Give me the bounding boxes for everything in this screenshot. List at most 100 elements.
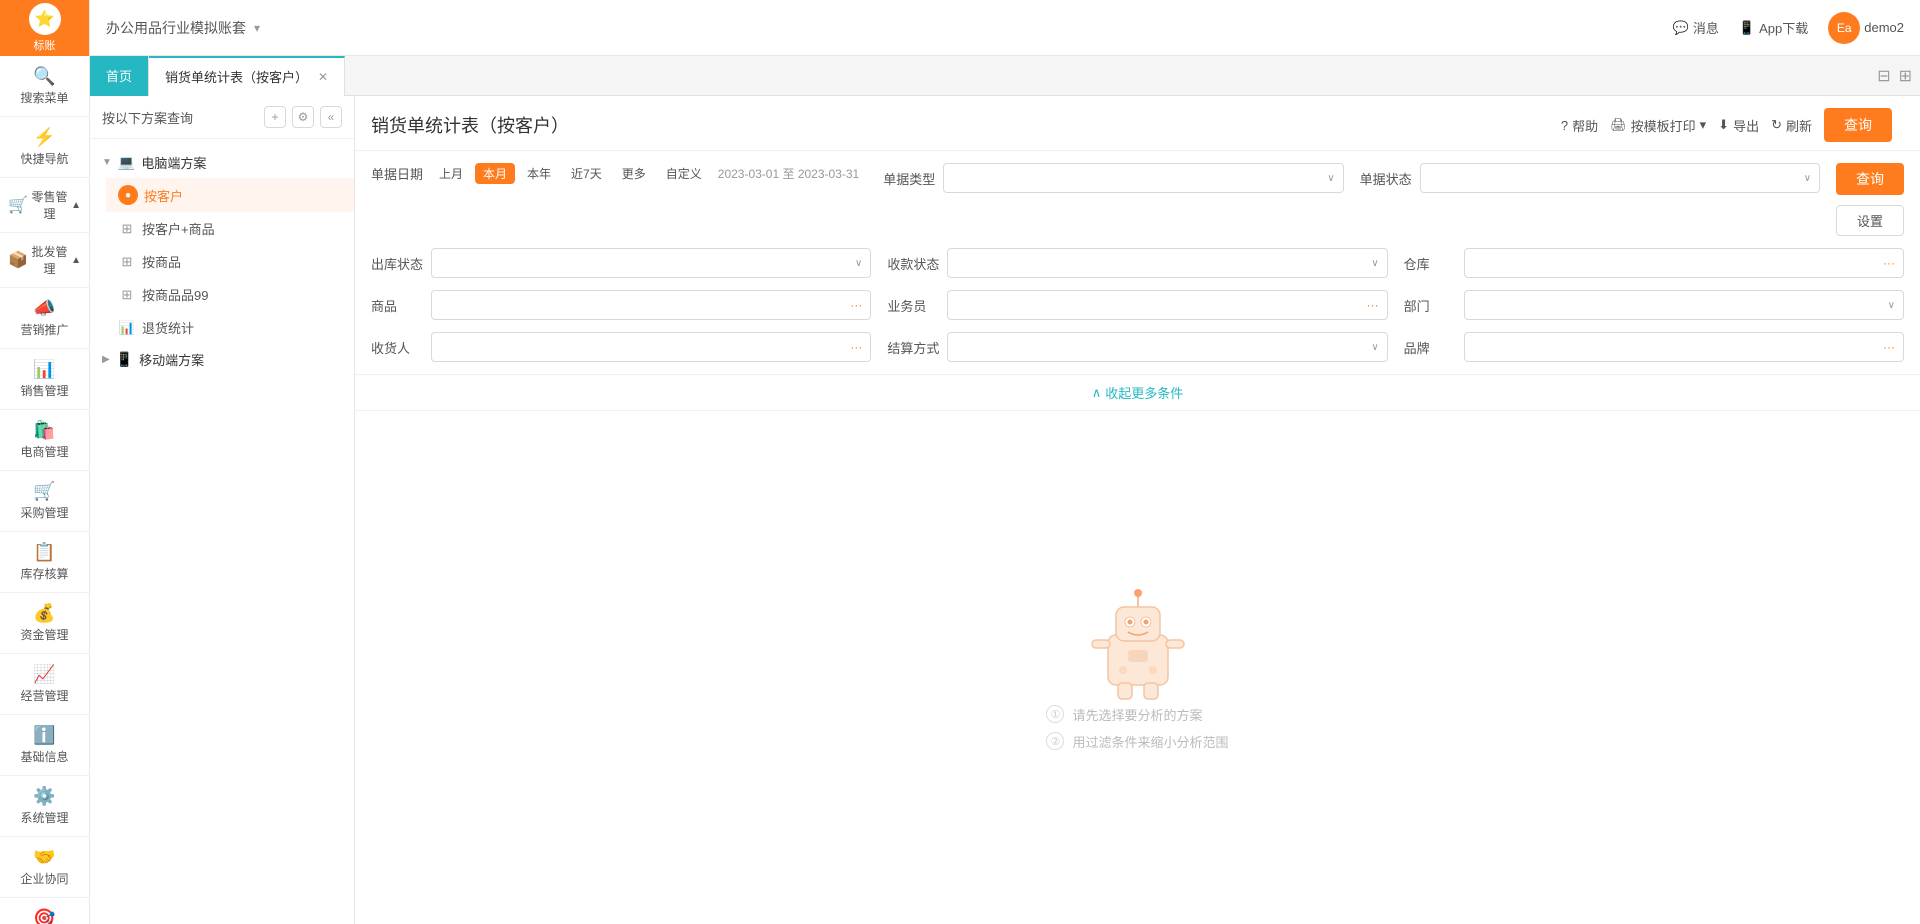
scheme-by-goods-99[interactable]: ⊞ 按商品品99: [106, 278, 354, 311]
tab-minimize-icon[interactable]: ⊟: [1877, 66, 1890, 86]
help-icon: ?: [1561, 118, 1568, 133]
add-scheme-button[interactable]: +: [264, 106, 286, 128]
sidebar-item-beginner[interactable]: 🎯 新手引导: [0, 898, 89, 924]
brand-ellipsis[interactable]: ···: [1883, 340, 1895, 354]
scheme-return-stats[interactable]: 📊 退货统计: [106, 311, 354, 344]
warehouse-input[interactable]: ···: [1464, 248, 1904, 278]
sidebar-item-system[interactable]: ⚙️ 系统管理: [0, 776, 89, 837]
salesperson-ellipsis[interactable]: ···: [1367, 298, 1379, 312]
ecommerce-icon: 🛍️: [5, 420, 84, 441]
tab-expand-icon[interactable]: ⊞: [1899, 66, 1912, 86]
purchase-icon: 🛒: [5, 481, 84, 502]
top-header: 办公用品行业模拟账套 ▾ 💬 消息 📱 App下载 Ea demo2: [90, 0, 1920, 56]
sidebar-item-enterprise-coop[interactable]: 🤝 企业协同: [0, 837, 89, 898]
sidebar-item-label: 电商管理: [20, 445, 68, 459]
page-title: 销货单统计表（按客户）: [371, 112, 569, 138]
sales-icon: 📊: [5, 359, 84, 380]
user-profile[interactable]: Ea demo2: [1828, 12, 1904, 44]
receiver-input[interactable]: ···: [431, 332, 871, 362]
scheme-by-customer-goods[interactable]: ⊞ 按客户+商品: [106, 212, 354, 245]
scheme-by-goods[interactable]: ⊞ 按商品: [106, 245, 354, 278]
sidebar-item-label: 销售管理: [20, 384, 68, 398]
sidebar-item-retail-mgmt[interactable]: 🛒 零售管理 ▲: [0, 178, 89, 233]
receiver-label: 收货人: [371, 338, 431, 357]
pc-scheme-group-header[interactable]: ▼ 💻 电脑端方案: [90, 147, 354, 178]
sidebar-item-search-menu[interactable]: 🔍 搜索菜单: [0, 56, 89, 117]
message-action[interactable]: 💬 消息: [1673, 18, 1719, 37]
date-tab-thismonth[interactable]: 本月: [475, 163, 515, 184]
settings-scheme-button[interactable]: ⚙: [292, 106, 314, 128]
empty-steps: ① 请先选择要分析的方案 ② 用过滤条件来缩小分析范围: [1046, 705, 1228, 751]
step-2-text: 用过滤条件来缩小分析范围: [1072, 732, 1228, 751]
settlement-input[interactable]: ∨: [947, 332, 1387, 362]
collapse-button[interactable]: ∧ 收起更多条件: [1092, 383, 1184, 402]
doc-type-field: 单据类型 ∨: [883, 163, 1343, 193]
date-tab-lastmonth[interactable]: 上月: [431, 163, 471, 184]
mobile-toggle-icon: ▶: [102, 354, 110, 365]
refresh-button[interactable]: ↻ 刷新: [1771, 116, 1812, 135]
help-button[interactable]: ? 帮助: [1561, 116, 1598, 135]
app-download-action[interactable]: 📱 App下载: [1739, 18, 1808, 37]
sidebar-item-label: 资金管理: [20, 628, 68, 642]
out-status-label: 出库状态: [371, 254, 431, 273]
filter-row-3: 商品 ··· 业务员 ···: [371, 290, 1904, 320]
brand-input[interactable]: ···: [1464, 332, 1904, 362]
receiver-ellipsis[interactable]: ···: [850, 340, 862, 354]
warehouse-label: 仓库: [1404, 254, 1464, 273]
collapse-panel-button[interactable]: «: [320, 106, 342, 128]
query-submit-button[interactable]: 查询: [1836, 163, 1904, 195]
mobile-scheme-header[interactable]: ▶ 📱 移动端方案: [90, 344, 354, 375]
salesperson-label: 业务员: [887, 296, 947, 315]
active-indicator: ●: [118, 185, 138, 205]
sidebar-item-marketing[interactable]: 📣 营销推广: [0, 288, 89, 349]
date-tab-more[interactable]: 更多: [614, 163, 654, 184]
collect-status-arrow: ∨: [1371, 258, 1378, 269]
date-tab-7days[interactable]: 近7天: [563, 163, 610, 184]
warehouse-ellipsis[interactable]: ···: [1883, 256, 1895, 270]
sidebar-item-quick-nav[interactable]: ⚡ 快捷导航: [0, 117, 89, 178]
tab-home[interactable]: 首页: [90, 56, 149, 96]
tab-sales-stats[interactable]: 销货单统计表（按客户） ✕: [149, 56, 345, 96]
scheme-return-stats-label: 退货统计: [142, 318, 194, 337]
scheme-tree: ▼ 💻 电脑端方案 ● 按客户 ⊞ 按客户+商品: [90, 139, 354, 383]
sidebar-item-wholesale-mgmt[interactable]: 📦 批发管理 ▲: [0, 233, 89, 288]
doc-type-input[interactable]: ∨: [943, 163, 1343, 193]
out-status-input[interactable]: ∨: [431, 248, 871, 278]
settings-button[interactable]: 设置: [1836, 205, 1904, 236]
goods-input[interactable]: ···: [431, 290, 871, 320]
scheme-by-customer[interactable]: ● 按客户: [106, 178, 354, 212]
scheme-by-goods-99-label: 按商品品99: [142, 285, 208, 304]
wholesale-arrow-icon: ▲: [71, 255, 81, 266]
sidebar-item-finance[interactable]: 💰 资金管理: [0, 593, 89, 654]
operation-icon: 📈: [5, 664, 84, 685]
export-button[interactable]: ⬇ 导出: [1718, 116, 1759, 135]
header-dropdown-icon[interactable]: ▾: [254, 21, 260, 35]
goods-ellipsis[interactable]: ···: [850, 298, 862, 312]
date-tab-custom[interactable]: 自定义: [658, 163, 710, 184]
empty-state-illustration: [1078, 585, 1198, 705]
date-tab-thisyear[interactable]: 本年: [519, 163, 559, 184]
pc-scheme-group: ▼ 💻 电脑端方案 ● 按客户 ⊞ 按客户+商品: [90, 147, 354, 344]
logo-symbol: ⭐: [35, 9, 55, 29]
header-right: 💬 消息 📱 App下载 Ea demo2: [1673, 12, 1904, 44]
department-input[interactable]: ∨: [1464, 290, 1904, 320]
sidebar-item-purchase[interactable]: 🛒 采购管理: [0, 471, 89, 532]
sidebar-item-label: 零售管理: [28, 188, 71, 222]
sidebar-item-sales-mgmt[interactable]: 📊 销售管理: [0, 349, 89, 410]
sidebar-item-basic-info[interactable]: ℹ️ 基础信息: [0, 715, 89, 776]
sidebar-item-inventory[interactable]: 📋 库存核算: [0, 532, 89, 593]
doc-status-input[interactable]: ∨: [1420, 163, 1820, 193]
wholesale-icon: 📦: [8, 250, 28, 270]
query-button[interactable]: 查询: [1824, 108, 1892, 142]
salesperson-input[interactable]: ···: [947, 290, 1387, 320]
scheme-by-customer-goods-label: 按客户+商品: [142, 219, 215, 238]
collect-status-input[interactable]: ∨: [947, 248, 1387, 278]
avatar-text: Ea: [1837, 21, 1852, 35]
print-button[interactable]: 🖨 按模板打印 ▾: [1610, 116, 1706, 135]
app-logo: ⭐ 标账: [0, 0, 89, 56]
sidebar-item-operation[interactable]: 📈 经营管理: [0, 654, 89, 715]
tab-close-icon[interactable]: ✕: [318, 70, 328, 84]
sidebar-item-ecommerce[interactable]: 🛍️ 电商管理: [0, 410, 89, 471]
app-download-icon: 📱: [1739, 20, 1755, 36]
sidebar-item-label: 系统管理: [20, 811, 68, 825]
